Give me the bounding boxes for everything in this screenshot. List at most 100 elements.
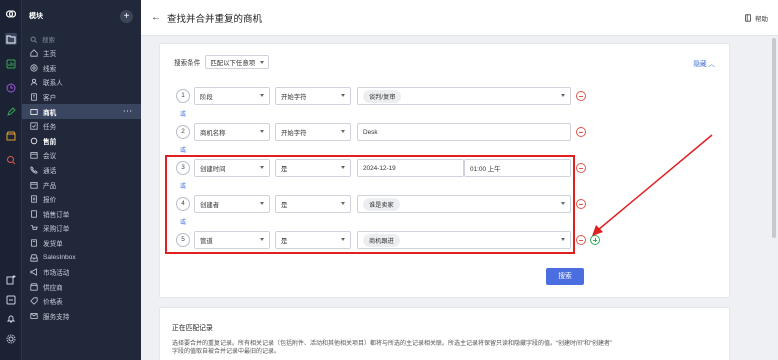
- building-icon: [30, 93, 38, 101]
- field-select[interactable]: 创建时间: [194, 159, 270, 177]
- folder-icon[interactable]: [5, 33, 17, 45]
- operator-select[interactable]: 是: [275, 159, 351, 177]
- sidebar-item-label: 联系人: [43, 80, 63, 88]
- field-select[interactable]: 阶段: [194, 87, 270, 105]
- sidebar-item[interactable]: 主页: [22, 46, 141, 61]
- quote-icon: [30, 195, 38, 203]
- matching-records-card: 正在匹配记录 选择要合并的重复记录。所有相关记录（包括附件、活动和其他相关项目）…: [159, 307, 730, 360]
- chevron-up-icon: ︿: [708, 61, 715, 68]
- sidebar-item[interactable]: 产品: [22, 177, 141, 192]
- analytics-icon[interactable]: [5, 58, 17, 70]
- store-icon[interactable]: [5, 130, 17, 142]
- sidebar-item[interactable]: 联系人: [22, 75, 141, 90]
- sidebar-item-label: 产品: [43, 182, 57, 190]
- operator-select[interactable]: 是: [275, 231, 351, 249]
- criteria-header: 搜索条件 匹配以下任意项: [174, 55, 270, 69]
- search-criteria-card: 搜索条件 匹配以下任意项 隐藏 ︿ 1 阶段 开始字符 谈判/复审 或 2 商机…: [159, 43, 730, 298]
- date-value: 2024-12-19: [363, 164, 396, 172]
- sidebar-item[interactable]: 采购订单: [22, 221, 141, 236]
- sidebar-search[interactable]: 搜索: [22, 32, 141, 46]
- field-select[interactable]: 商机名称: [194, 123, 270, 141]
- sidebar-item[interactable]: 任务: [22, 119, 141, 134]
- value-text: Desk: [363, 128, 378, 136]
- value-lookup[interactable]: 商机跟进: [357, 231, 571, 249]
- remove-rule-icon[interactable]: [576, 199, 586, 209]
- field-value: 管道: [200, 237, 213, 245]
- matching-title: 正在匹配记录: [172, 325, 213, 332]
- screen-icon[interactable]: [5, 294, 17, 306]
- remove-rule-icon[interactable]: [576, 127, 586, 137]
- remove-rule-icon[interactable]: [576, 163, 586, 173]
- chevron-down-icon: [561, 238, 565, 241]
- back-button[interactable]: ←: [151, 12, 161, 23]
- hide-criteria-link[interactable]: 隐藏 ︿: [693, 58, 715, 68]
- sidebar-item[interactable]: 售前: [22, 134, 141, 149]
- campaign-icon: [30, 268, 38, 277]
- presale-icon: [30, 137, 38, 145]
- rule-number: 1: [176, 89, 190, 103]
- rule-number: 3: [176, 161, 190, 175]
- order-icon: [30, 210, 38, 218]
- operator-select[interactable]: 是: [275, 195, 351, 213]
- chevron-down-icon: [561, 94, 565, 97]
- sidebar-header: 模块 +: [22, 0, 141, 32]
- sidebar-item[interactable]: SalesInbox: [22, 250, 141, 265]
- rule-number: 5: [176, 233, 190, 247]
- sidebar-item[interactable]: 发货单: [22, 236, 141, 251]
- rule-number: 4: [176, 197, 190, 211]
- operator-select[interactable]: 开始字符: [275, 123, 351, 141]
- matching-description-cont: 字段的值取自被合并记录中最旧的记录。: [172, 349, 281, 355]
- value-lookup[interactable]: 谈判/复审: [357, 87, 571, 105]
- target-icon: [30, 64, 38, 72]
- sidebar-item-label: 价格表: [43, 299, 63, 307]
- matching-description: 选择要合并的重复记录。所有相关记录（包括附件、活动和其他相关项目）都将与所选的主…: [172, 341, 612, 347]
- field-value: 阶段: [200, 93, 213, 101]
- add-rule-icon[interactable]: [590, 235, 600, 245]
- sidebar-item[interactable]: 会议: [22, 148, 141, 163]
- date-input[interactable]: 2024-12-19: [357, 159, 464, 177]
- sidebar-item[interactable]: 服务支持: [22, 309, 141, 324]
- settings-icon[interactable]: [5, 333, 17, 345]
- field-select[interactable]: 管道: [194, 231, 270, 249]
- more-options-icon[interactable]: ···: [123, 108, 133, 115]
- sidebar-item[interactable]: 报价: [22, 192, 141, 207]
- clock-icon[interactable]: [5, 82, 17, 94]
- operator-select[interactable]: 开始字符: [275, 87, 351, 105]
- value-lookup[interactable]: 谁是卖家: [357, 195, 571, 213]
- sidebar-item[interactable]: 价格表: [22, 294, 141, 309]
- sidebar-item-label: 销售订单: [43, 211, 70, 219]
- add-module-icon[interactable]: [5, 274, 17, 286]
- chevron-down-icon: [341, 238, 345, 241]
- sidebar-item[interactable]: 销售订单: [22, 207, 141, 222]
- search-button[interactable]: 搜索: [546, 268, 584, 285]
- contact-icon: [30, 78, 38, 86]
- sidebar-item[interactable]: 线索: [22, 61, 141, 76]
- match-mode-value: 匹配以下任意项: [210, 59, 256, 67]
- sidebar-item[interactable]: 商机 ···: [22, 104, 141, 119]
- page-scrollbar[interactable]: [772, 38, 776, 238]
- chevron-down-icon: [341, 130, 345, 133]
- logo-icon[interactable]: [5, 8, 17, 20]
- sidebar-item[interactable]: 市场活动: [22, 265, 141, 280]
- sidebar-item-label: 供应商: [43, 284, 63, 292]
- remove-rule-icon[interactable]: [576, 235, 586, 245]
- add-module-button[interactable]: +: [120, 9, 133, 23]
- or-label: 或: [180, 184, 187, 190]
- criteria-label: 搜索条件: [174, 60, 201, 67]
- match-mode-select[interactable]: 匹配以下任意项: [205, 55, 270, 69]
- remove-rule-icon[interactable]: [576, 91, 586, 101]
- sidebar-item-label: 主页: [43, 51, 57, 59]
- sidebar-item[interactable]: 通话: [22, 163, 141, 178]
- or-label: 或: [180, 112, 187, 118]
- help-button[interactable]: 帮助: [744, 13, 768, 23]
- field-select[interactable]: 创建者: [194, 195, 270, 213]
- sidebar-item[interactable]: 供应商: [22, 280, 141, 295]
- support-icon: [30, 312, 38, 320]
- value-input[interactable]: Desk: [357, 123, 571, 141]
- time-input[interactable]: 01:00 上午: [464, 159, 571, 177]
- search-alt-icon[interactable]: [5, 154, 17, 166]
- invoice-icon: [30, 239, 38, 247]
- bell-icon[interactable]: [5, 313, 17, 325]
- sidebar-item[interactable]: 客户: [22, 90, 141, 105]
- edit-icon[interactable]: [5, 106, 17, 118]
